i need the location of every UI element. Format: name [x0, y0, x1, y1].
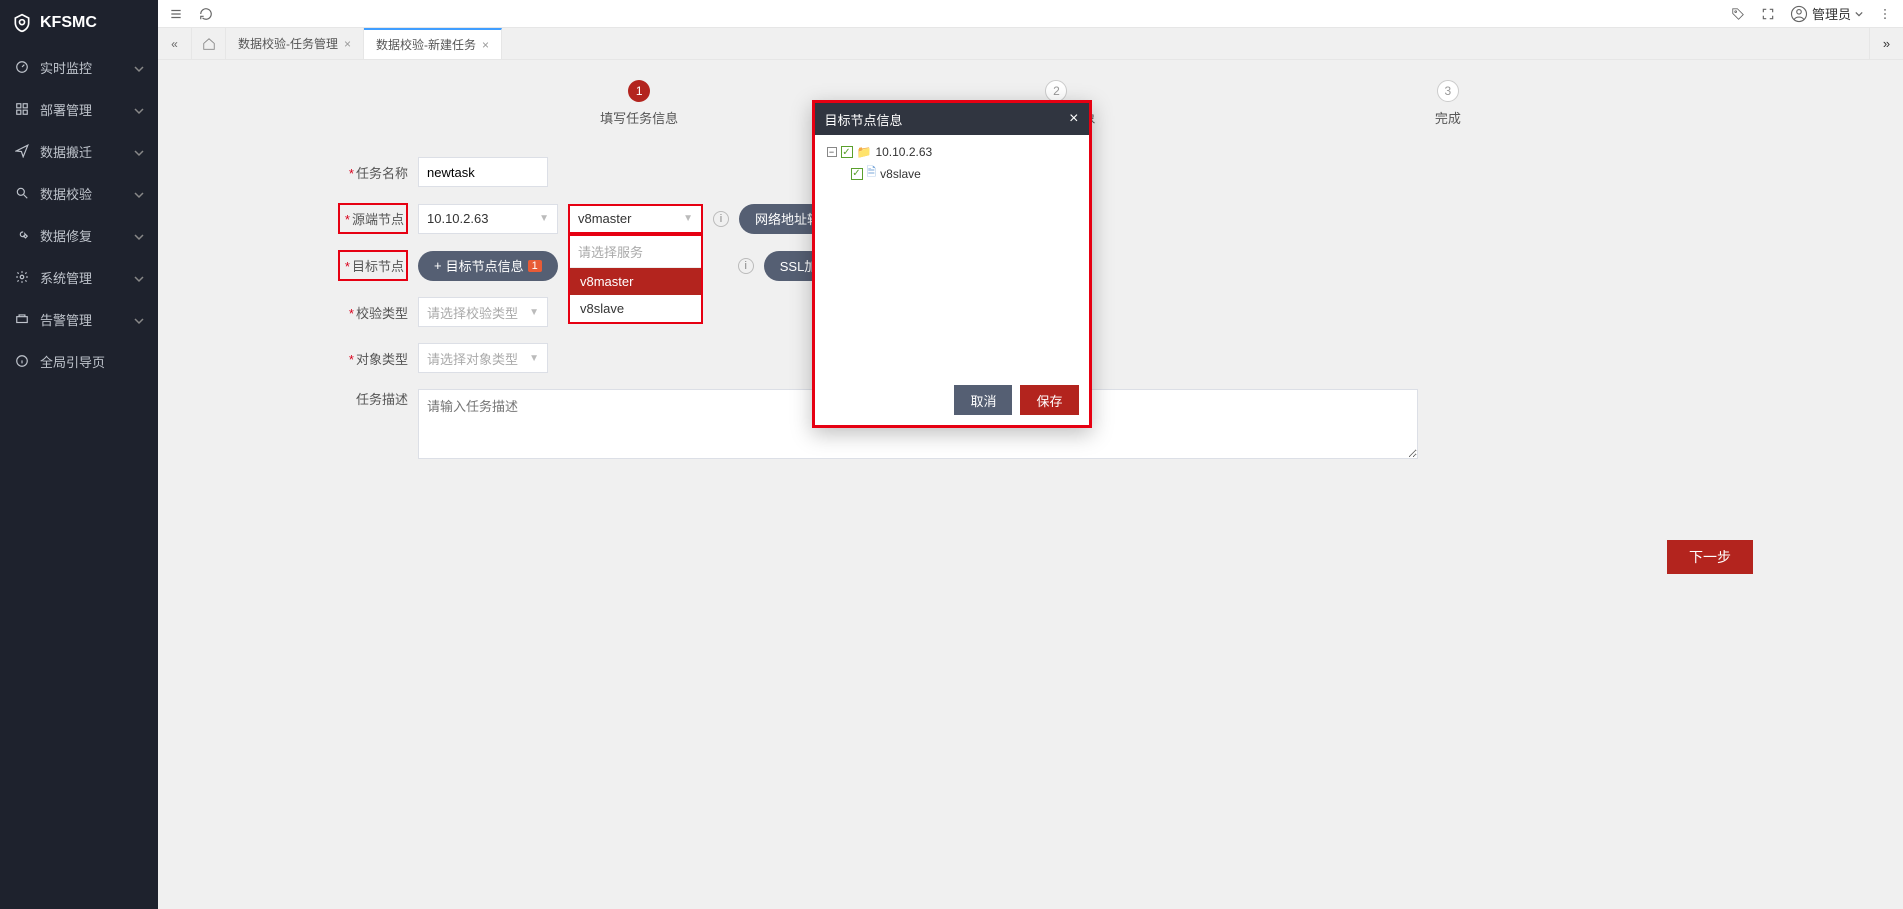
folder-icon: 📁	[857, 145, 872, 159]
tree-child-row: ✓ 🗎 v8slave	[851, 163, 1077, 184]
cancel-button[interactable]: 取消	[954, 385, 1012, 415]
tree-child-label[interactable]: v8slave	[880, 167, 921, 181]
modal-header: 目标节点信息 ×	[815, 103, 1089, 135]
tree-checkbox[interactable]: ✓	[851, 168, 863, 180]
target-node-modal: 目标节点信息 × − ✓ 📁 10.10.2.63 ✓ 🗎 v8slave 取消…	[812, 100, 1092, 428]
file-icon: 🗎	[867, 163, 877, 184]
close-icon[interactable]: ×	[1069, 110, 1078, 128]
save-button[interactable]: 保存	[1020, 385, 1078, 415]
modal-footer: 取消 保存	[815, 375, 1089, 425]
tree-collapse-icon[interactable]: −	[827, 147, 837, 157]
modal-title: 目标节点信息	[825, 110, 903, 129]
tree-root-row: − ✓ 📁 10.10.2.63	[827, 145, 1077, 159]
modal-mask: 目标节点信息 × − ✓ 📁 10.10.2.63 ✓ 🗎 v8slave 取消…	[0, 0, 1903, 909]
modal-body: − ✓ 📁 10.10.2.63 ✓ 🗎 v8slave	[815, 135, 1089, 375]
tree-checkbox[interactable]: ✓	[841, 146, 853, 158]
tree-root-label[interactable]: 10.10.2.63	[875, 145, 932, 159]
